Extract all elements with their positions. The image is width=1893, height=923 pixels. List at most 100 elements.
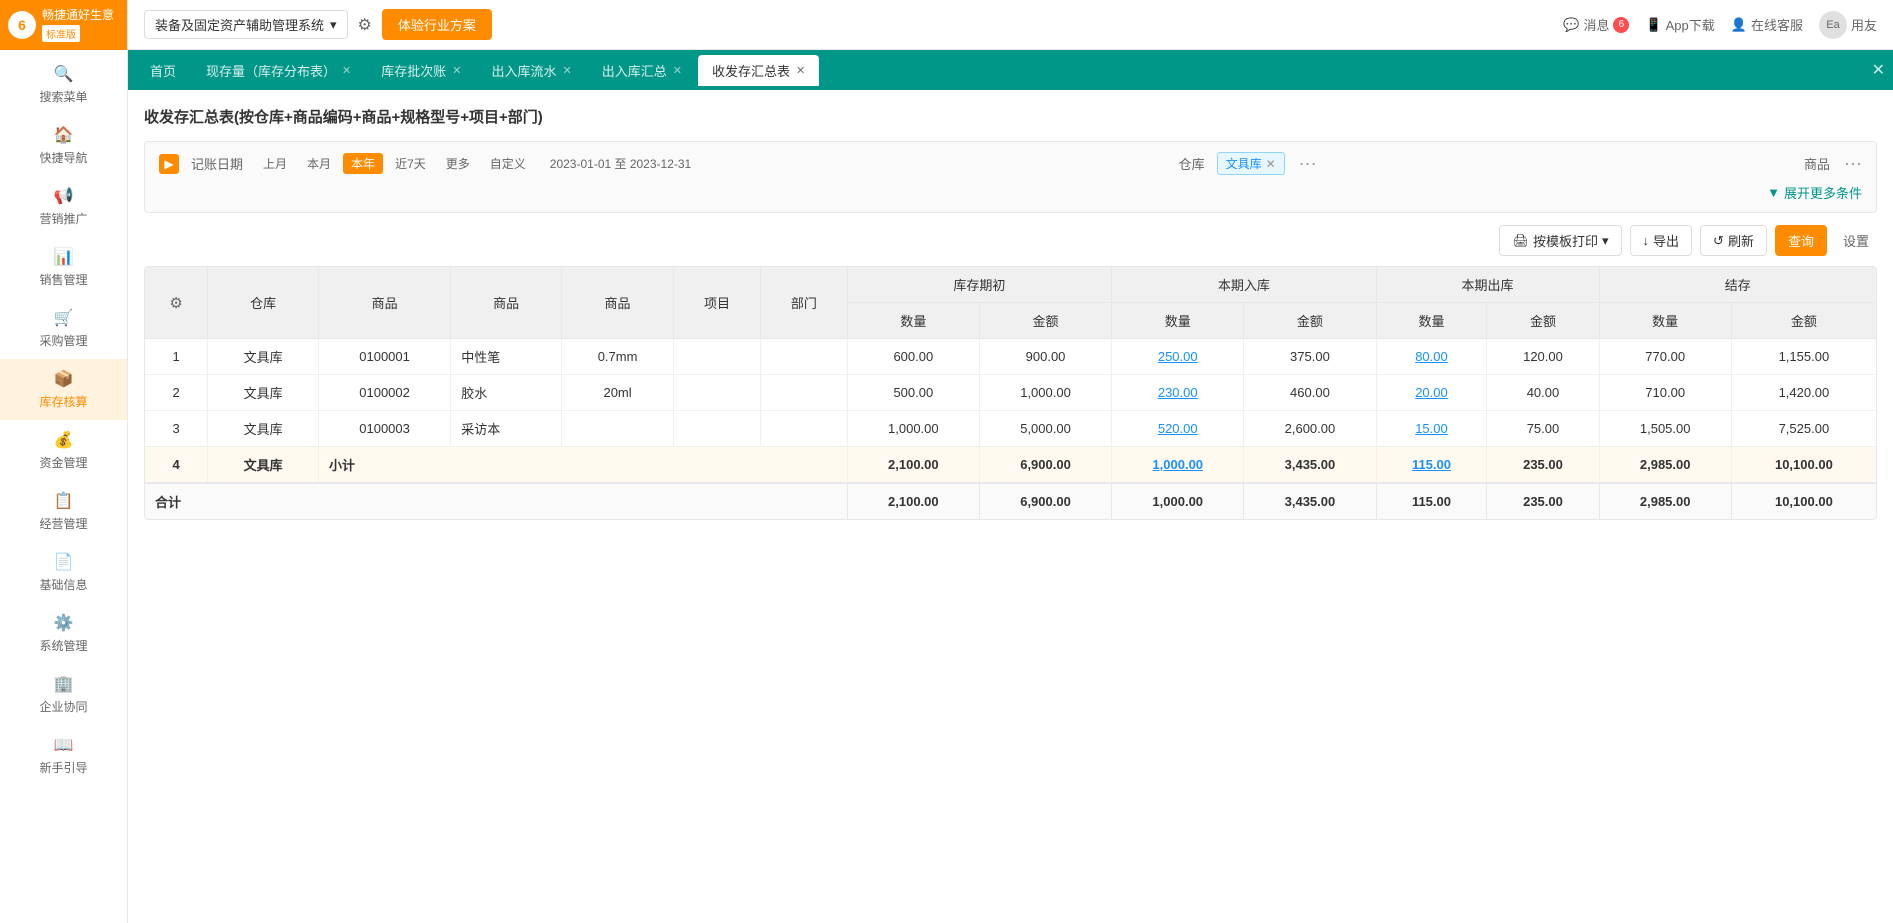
toolbar: 🖨 按模板打印 ▾ ↓ 导出 ↺ 刷新 查询 设置 [144, 225, 1877, 256]
th-out-amt: 金额 [1487, 303, 1599, 339]
experience-button[interactable]: 体验行业方案 [382, 9, 492, 40]
table-row: 3 文具库 0100003 采访本 1,000.00 5,000.00 520.… [145, 411, 1876, 447]
row-open-qty: 600.00 [847, 339, 979, 375]
user-item[interactable]: Ea 用友 [1819, 11, 1877, 39]
query-button[interactable]: 查询 [1775, 225, 1827, 256]
message-icon: 💬 [1563, 17, 1579, 33]
sidebar-item-guide[interactable]: 📖新手引导 [0, 725, 127, 786]
enterprise-label: 企业协同 [39, 698, 87, 715]
topbar-left: 装备及固定资产辅助管理系统 ▾ ⚙ 体验行业方案 [144, 9, 492, 40]
sidebar-item-operations[interactable]: 📋经营管理 [0, 481, 127, 542]
sidebar-item-system[interactable]: ⚙️系统管理 [0, 603, 127, 664]
print-icon: 🖨 [1512, 233, 1529, 249]
total-out-amt: 235.00 [1487, 483, 1599, 519]
tab-出入库汇总[interactable]: 出入库汇总✕ [588, 55, 696, 86]
filter-actions: ▼ 展开更多条件 [159, 183, 1862, 202]
settings-icon[interactable]: ⚙ [358, 15, 372, 35]
system-select-label: 装备及固定资产辅助管理系统 [155, 15, 324, 34]
goods-more-icon[interactable]: ··· [1844, 153, 1862, 174]
tab-close-icon[interactable]: ✕ [673, 64, 682, 77]
row-open-amt: 5,000.00 [979, 411, 1111, 447]
row-name: 胶水 [451, 375, 562, 411]
th-bal-amt: 金额 [1731, 303, 1876, 339]
filter-toggle[interactable]: ▶ [159, 154, 179, 174]
subtotal-in-amt: 3,435.00 [1244, 447, 1376, 484]
row-out-qty[interactable]: 20.00 [1376, 375, 1487, 411]
row-no: 2 [145, 375, 208, 411]
tab-close-icon[interactable]: ✕ [563, 64, 572, 77]
tab-收发存汇总表[interactable]: 收发存汇总表✕ [698, 55, 819, 86]
date-opt-last-month[interactable]: 上月 [255, 153, 295, 174]
th-in: 本期入库 [1112, 267, 1376, 303]
warehouse-more-icon[interactable]: ··· [1299, 153, 1317, 174]
tab-首页[interactable]: 首页 [136, 55, 190, 86]
refresh-button[interactable]: ↺ 刷新 [1700, 225, 1767, 256]
sidebar-item-quick-nav[interactable]: 🏠快捷导航 [0, 115, 127, 176]
online-service-item[interactable]: 👤 在线客服 [1731, 15, 1803, 34]
subtotal-warehouse: 文具库 [208, 447, 319, 484]
date-opt-7days[interactable]: 近7天 [387, 153, 434, 174]
message-item[interactable]: 💬 消息 6 [1563, 15, 1629, 34]
row-in-qty[interactable]: 250.00 [1112, 339, 1244, 375]
tab-库存批次账[interactable]: 库存批次账 ✕ [367, 55, 475, 86]
online-service-label: 在线客服 [1751, 15, 1803, 34]
total-in-amt: 3,435.00 [1244, 483, 1376, 519]
row-code: 0100003 [318, 411, 450, 447]
date-opt-this-month[interactable]: 本月 [299, 153, 339, 174]
warehouse-remove-icon[interactable]: ✕ [1266, 157, 1276, 171]
row-open-qty: 500.00 [847, 375, 979, 411]
sidebar-item-enterprise[interactable]: 🏢企业协同 [0, 664, 127, 725]
tab-出入库流水[interactable]: 出入库流水✕ [477, 55, 585, 86]
topbar-right: 💬 消息 6 📱 App下载 👤 在线客服 Ea 用友 [1563, 11, 1877, 39]
user-avatar: Ea [1819, 11, 1847, 39]
system-select[interactable]: 装备及固定资产辅助管理系统 ▾ [144, 10, 348, 39]
subtotal-in-qty[interactable]: 1,000.00 [1112, 447, 1244, 484]
query-label: 查询 [1788, 231, 1814, 250]
tabs-close-all[interactable]: ✕ [1872, 60, 1885, 80]
logo-tag: 标准版 [42, 25, 80, 42]
date-opt-custom[interactable]: 自定义 [482, 153, 534, 174]
table-gear-icon[interactable]: ⚙ [169, 295, 182, 312]
row-in-amt: 375.00 [1244, 339, 1376, 375]
row-dept [760, 375, 847, 411]
sidebar-item-search[interactable]: 🔍搜索菜单 [0, 54, 127, 115]
tab-close-icon[interactable]: ✕ [342, 64, 351, 77]
print-button[interactable]: 🖨 按模板打印 ▾ [1499, 225, 1621, 256]
tab-现存量-库存分布表-[interactable]: 现存量（库存分布表）✕ [192, 55, 365, 86]
sidebar-item-inventory[interactable]: 📦库存核算 [0, 359, 127, 420]
sidebar-item-purchase[interactable]: 🛒采购管理 [0, 298, 127, 359]
row-name: 中性笔 [451, 339, 562, 375]
row-warehouse: 文具库 [208, 411, 319, 447]
row-bal-amt: 7,525.00 [1731, 411, 1876, 447]
export-button[interactable]: ↓ 导出 [1630, 225, 1693, 256]
row-open-amt: 1,000.00 [979, 375, 1111, 411]
sidebar-item-sales[interactable]: 📊销售管理 [0, 237, 127, 298]
tab-close-icon[interactable]: ✕ [452, 64, 461, 77]
row-bal-amt: 1,420.00 [1731, 375, 1876, 411]
tab-close-icon[interactable]: ✕ [796, 64, 805, 77]
sidebar-item-marketing[interactable]: 📢营销推广 [0, 176, 127, 237]
row-dept [760, 411, 847, 447]
th-balance: 结存 [1599, 267, 1876, 303]
sidebar-item-basic-info[interactable]: 📄基础信息 [0, 542, 127, 603]
settings-text-button[interactable]: 设置 [1835, 226, 1877, 255]
row-out-qty[interactable]: 15.00 [1376, 411, 1487, 447]
row-in-qty[interactable]: 230.00 [1112, 375, 1244, 411]
date-opt-this-year[interactable]: 本年 [343, 153, 383, 174]
tab-label: 库存批次账 [381, 61, 446, 80]
sidebar-nav: 🔍搜索菜单🏠快捷导航📢营销推广📊销售管理🛒采购管理📦库存核算💰资金管理📋经营管理… [0, 50, 127, 923]
search-icon: 🔍 [54, 64, 74, 84]
app-download-icon: 📱 [1645, 17, 1661, 33]
row-spec: 20ml [562, 375, 674, 411]
data-table: ⚙ 仓库 商品 商品 商品 项目 部门 库存期初 本期入库 本期出库 结存 数量 [145, 267, 1876, 519]
expand-conditions-btn[interactable]: ▼ 展开更多条件 [1767, 183, 1862, 202]
app-download-item[interactable]: 📱 App下载 [1645, 15, 1714, 34]
table-total-row: 合计 2,100.00 6,900.00 1,000.00 3,435.00 1… [145, 483, 1876, 519]
export-label: 导出 [1653, 231, 1679, 250]
sidebar-item-finance[interactable]: 💰资金管理 [0, 420, 127, 481]
subtotal-out-qty[interactable]: 115.00 [1376, 447, 1487, 484]
row-out-qty[interactable]: 80.00 [1376, 339, 1487, 375]
date-opt-more[interactable]: 更多 [438, 153, 478, 174]
row-in-qty[interactable]: 520.00 [1112, 411, 1244, 447]
inventory-icon: 📦 [54, 369, 74, 389]
